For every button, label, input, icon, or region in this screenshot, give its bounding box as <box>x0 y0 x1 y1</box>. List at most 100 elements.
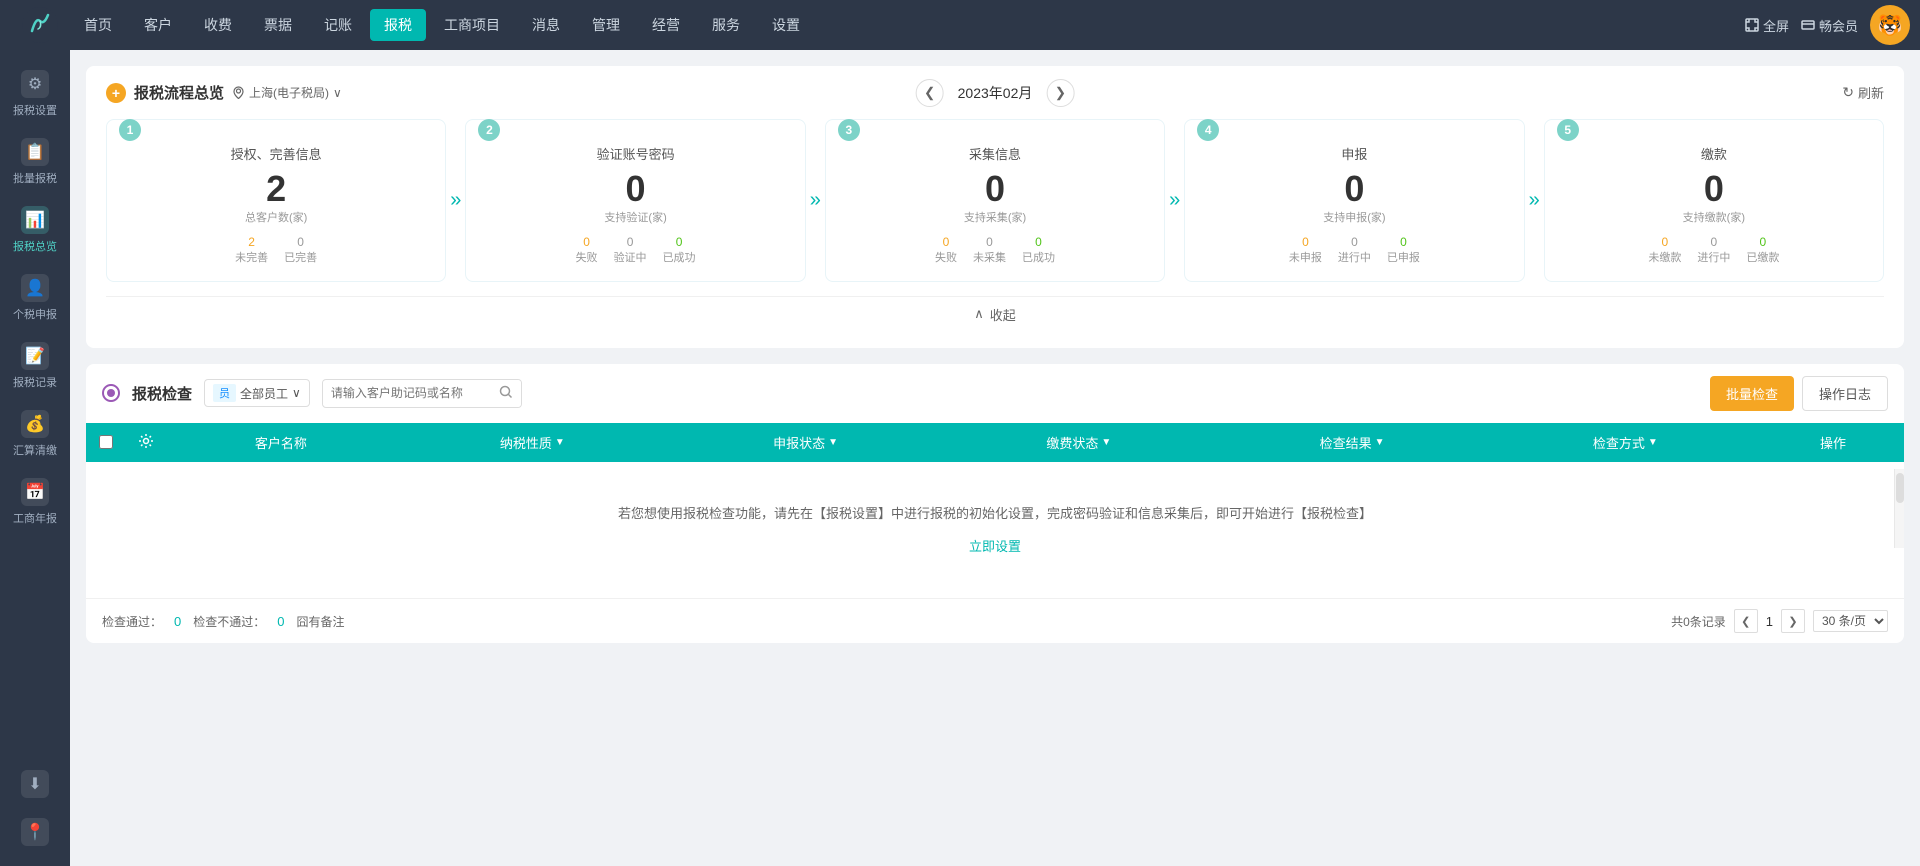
pass-label: 检查通过： <box>102 613 162 630</box>
sidebar-item-tax-records[interactable]: 📝 报税记录 <box>0 332 70 400</box>
step-1-count: 2 <box>123 169 429 209</box>
step-5-stat-paid[interactable]: 0 <box>1759 235 1766 249</box>
search-button[interactable] <box>491 380 521 407</box>
setup-link[interactable]: 立即设置 <box>969 539 1021 554</box>
search-input[interactable] <box>323 381 491 405</box>
step-5-sub: 支持缴款(家) <box>1561 209 1867 225</box>
step-2-stat-success[interactable]: 0 <box>676 235 683 249</box>
batch-tax-icon: 📋 <box>21 138 49 166</box>
step-1-stat-complete[interactable]: 0 <box>297 235 304 249</box>
step-5-stats: 0 未缴款 0 进行中 0 已缴款 <box>1561 235 1867 265</box>
step-5-title: 缴款 <box>1561 144 1867 163</box>
th-tax-type[interactable]: 纳税性质 ▼ <box>396 423 669 462</box>
nav-tax[interactable]: 报税 <box>370 9 426 41</box>
nav-message[interactable]: 消息 <box>518 9 574 41</box>
nav-management[interactable]: 管理 <box>578 9 634 41</box>
step-3-sub: 支持采集(家) <box>842 209 1148 225</box>
employee-selector[interactable]: 员 全部员工 ∨ <box>204 379 310 407</box>
vip-button[interactable]: 畅会员 <box>1801 16 1858 35</box>
nav-accounting[interactable]: 记账 <box>310 9 366 41</box>
scrollbar[interactable] <box>1894 469 1904 549</box>
sidebar-item-settlement[interactable]: 💰 汇算清缴 <box>0 400 70 468</box>
step-4-stat-inprogress[interactable]: 0 <box>1351 235 1358 249</box>
arrow-1: » <box>446 119 465 282</box>
th-operation: 操作 <box>1762 423 1904 462</box>
sidebar-item-tax-overview[interactable]: 📊 报税总览 <box>0 196 70 264</box>
step-collect: 3 采集信息 0 支持采集(家) 0 失败 0 未采集 0 已成功 <box>825 119 1165 282</box>
filter-icon-tax-type: ▼ <box>555 437 565 448</box>
nav-customer[interactable]: 客户 <box>130 9 186 41</box>
nav-home[interactable]: 首页 <box>70 9 126 41</box>
check-header: 报税检查 员 全部员工 ∨ 批量检查 操作日志 <box>86 364 1904 423</box>
sidebar-label-annual-report: 工商年报 <box>13 510 57 526</box>
operation-log-button[interactable]: 操作日志 <box>1802 376 1888 411</box>
step-3-stat-success[interactable]: 0 <box>1035 235 1042 249</box>
th-check-result[interactable]: 检查结果 ▼ <box>1215 423 1488 462</box>
step-2-stat-fail[interactable]: 0 <box>583 235 590 249</box>
location-chevron: ∨ <box>333 86 342 100</box>
step-3-stat-fail[interactable]: 0 <box>943 235 950 249</box>
filter-icon-method: ▼ <box>1648 437 1658 448</box>
next-page-button[interactable]: ❯ <box>1781 609 1805 633</box>
step-authorize: 1 授权、完善信息 2 总客户数(家) 2 未完善 0 已完善 <box>106 119 446 282</box>
sidebar-item-batch-tax[interactable]: 📋 批量报税 <box>0 128 70 196</box>
th-checkbox[interactable] <box>86 423 126 462</box>
pass-count[interactable]: 0 <box>174 614 181 629</box>
collapse-button[interactable]: ∧ 收起 <box>106 296 1884 332</box>
step-5-stat-inprogress[interactable]: 0 <box>1710 235 1717 249</box>
step-3-stat-pending[interactable]: 0 <box>986 235 993 249</box>
app-logo <box>10 7 70 43</box>
step-5-count: 0 <box>1561 169 1867 209</box>
nav-fee[interactable]: 收费 <box>190 9 246 41</box>
prev-month-button[interactable]: ❮ <box>916 79 944 107</box>
nav-operation[interactable]: 经营 <box>638 9 694 41</box>
nav-invoice[interactable]: 票据 <box>250 9 306 41</box>
step-1-title: 授权、完善信息 <box>123 144 429 163</box>
empty-text: 若您想使用报税检查功能，请先在【报税设置】中进行报税的初始化设置，完成密码验证和… <box>106 502 1884 525</box>
th-pay-status[interactable]: 缴费状态 ▼ <box>942 423 1215 462</box>
nav-service[interactable]: 服务 <box>698 9 754 41</box>
step-2-stat-verifying[interactable]: 0 <box>627 235 634 249</box>
refresh-button[interactable]: ↻ 刷新 <box>1842 83 1884 102</box>
sidebar-bottom: ⬇ 📍 <box>0 760 70 866</box>
select-all-checkbox[interactable] <box>99 435 113 449</box>
sidebar-label-settlement: 汇算清缴 <box>13 442 57 458</box>
check-icon <box>102 384 120 402</box>
sidebar-item-tax-settings[interactable]: ⚙ 报税设置 <box>0 60 70 128</box>
scrollbar-thumb <box>1896 473 1904 503</box>
first-page-button[interactable]: ❮ <box>1734 609 1758 633</box>
step-5-stat-unpaid[interactable]: 0 <box>1661 235 1668 249</box>
th-check-method[interactable]: 检查方式 ▼ <box>1489 423 1762 462</box>
top-navigation: 首页 客户 收费 票据 记账 报税 工商项目 消息 管理 经营 服务 设置 全屏… <box>0 0 1920 50</box>
tax-settings-icon: ⚙ <box>21 70 49 98</box>
step-3-stats: 0 失败 0 未采集 0 已成功 <box>842 235 1148 265</box>
step-4-badge: 4 <box>1197 119 1219 141</box>
step-2-sub: 支持验证(家) <box>482 209 788 225</box>
per-page-select[interactable]: 30 条/页 <box>1813 610 1888 632</box>
step-3-count: 0 <box>842 169 1148 209</box>
step-4-stat-declared[interactable]: 0 <box>1400 235 1407 249</box>
sidebar-item-download[interactable]: ⬇ <box>0 760 70 808</box>
sidebar-label-batch-tax: 批量报税 <box>13 170 57 186</box>
flow-overview-card: + 报税流程总览 上海(电子税局) ∨ ❮ 2023年02月 ❯ ↻ 刷新 <box>86 66 1904 348</box>
location-tag[interactable]: 上海(电子税局) ∨ <box>232 84 342 101</box>
step-4-sub: 支持申报(家) <box>1201 209 1507 225</box>
th-declare-status[interactable]: 申报状态 ▼ <box>669 423 942 462</box>
fullscreen-button[interactable]: 全屏 <box>1745 16 1789 35</box>
step-4-stat-undeclared[interactable]: 0 <box>1302 235 1309 249</box>
table-header: 客户名称 纳税性质 ▼ 申报状态 ▼ <box>86 423 1904 462</box>
sidebar-label-tax-settings: 报税设置 <box>13 102 57 118</box>
next-month-button[interactable]: ❯ <box>1046 79 1074 107</box>
sidebar-item-location[interactable]: 📍 <box>0 808 70 856</box>
sidebar-label-individual-tax: 个税申报 <box>13 306 57 322</box>
th-settings[interactable] <box>126 423 166 462</box>
nav-business[interactable]: 工商项目 <box>430 9 514 41</box>
table-body: 若您想使用报税检查功能，请先在【报税设置】中进行报税的初始化设置，完成密码验证和… <box>86 462 1904 599</box>
fail-count[interactable]: 0 <box>277 614 284 629</box>
sidebar-item-annual-report[interactable]: 📅 工商年报 <box>0 468 70 536</box>
sidebar-item-individual-tax[interactable]: 👤 个税申报 <box>0 264 70 332</box>
step-1-stat-incomplete[interactable]: 2 <box>248 235 255 249</box>
collapse-icon: ∧ <box>974 306 984 322</box>
batch-check-button[interactable]: 批量检查 <box>1710 376 1794 411</box>
nav-settings[interactable]: 设置 <box>758 9 814 41</box>
